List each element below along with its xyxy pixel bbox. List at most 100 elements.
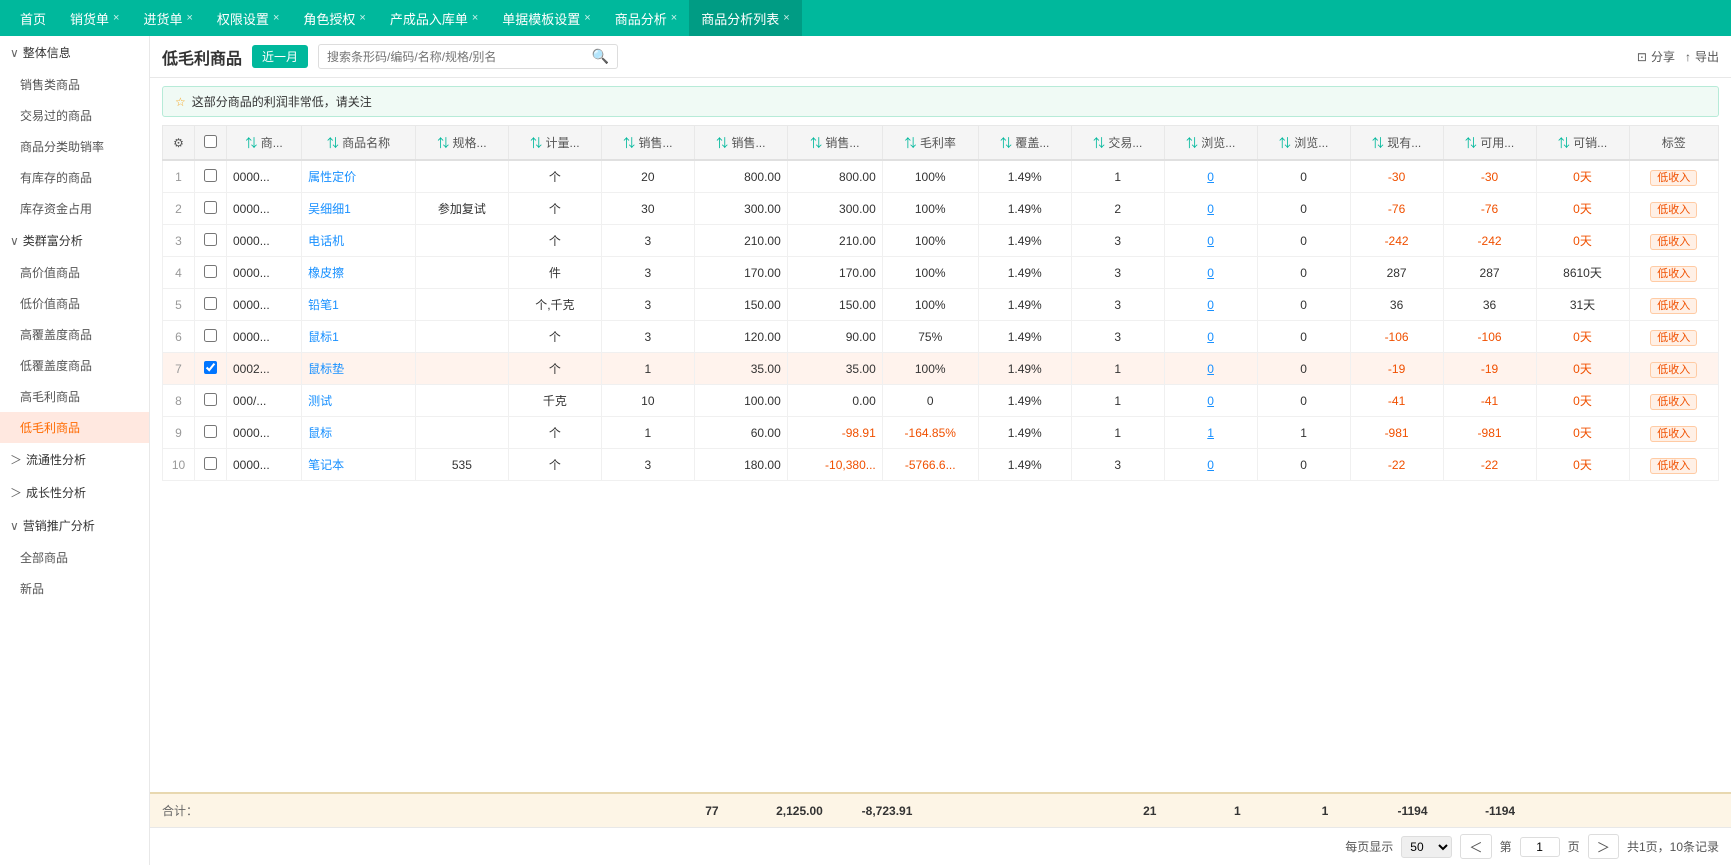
nav-sales[interactable]: 销货单 × bbox=[58, 0, 131, 36]
sidebar-item-high-profit[interactable]: 高毛利商品 bbox=[0, 381, 149, 412]
nav-role[interactable]: 角色授权 × bbox=[291, 0, 377, 36]
select-all-checkbox[interactable] bbox=[204, 135, 217, 148]
sidebar-item-inventory-goods[interactable]: 有库存的商品 bbox=[0, 162, 149, 193]
sort-icon[interactable]: ⇅ bbox=[245, 136, 257, 150]
sidebar-item-low-value[interactable]: 低价值商品 bbox=[0, 288, 149, 319]
row-name[interactable]: 鼠标垫 bbox=[302, 353, 416, 385]
sidebar-section-growth[interactable]: ＞ 成长性分析 bbox=[0, 476, 149, 509]
sort-icon[interactable]: ⇅ bbox=[810, 136, 822, 150]
sidebar-section-marketing[interactable]: ∨ 营销推广分析 bbox=[0, 509, 149, 542]
close-icon[interactable]: × bbox=[783, 12, 789, 24]
sort-icon[interactable]: ⇅ bbox=[1372, 136, 1384, 150]
search-input[interactable] bbox=[327, 50, 592, 64]
row-name[interactable]: 鼠标1 bbox=[302, 321, 416, 353]
row-browse1[interactable]: 0 bbox=[1164, 289, 1257, 321]
row-browse1[interactable]: 0 bbox=[1164, 353, 1257, 385]
sort-icon[interactable]: ⇅ bbox=[1000, 136, 1012, 150]
sort-icon[interactable]: ⇅ bbox=[530, 136, 542, 150]
row-checkbox[interactable] bbox=[195, 449, 227, 481]
sort-icon[interactable]: ⇅ bbox=[437, 136, 449, 150]
row-browse1[interactable]: 0 bbox=[1164, 385, 1257, 417]
row-browse1[interactable]: 1 bbox=[1164, 417, 1257, 449]
sidebar-item-sales-goods[interactable]: 销售类商品 bbox=[0, 69, 149, 100]
sort-icon[interactable]: ⇅ bbox=[716, 136, 728, 150]
nav-purchase[interactable]: 进货单 × bbox=[131, 0, 204, 36]
row-name[interactable]: 铅笔1 bbox=[302, 289, 416, 321]
export-button[interactable]: ↑ 导出 bbox=[1685, 48, 1719, 65]
sidebar-item-low-coverage[interactable]: 低覆盖度商品 bbox=[0, 350, 149, 381]
row-browse1[interactable]: 0 bbox=[1164, 449, 1257, 481]
sidebar-section-overall[interactable]: ∨ 整体信息 bbox=[0, 36, 149, 69]
row-name[interactable]: 属性定价 bbox=[302, 160, 416, 193]
nav-permission[interactable]: 权限设置 × bbox=[205, 0, 291, 36]
close-icon[interactable]: × bbox=[671, 12, 677, 24]
sort-icon[interactable]: ⇅ bbox=[327, 136, 339, 150]
close-icon[interactable]: × bbox=[273, 12, 279, 24]
row-checkbox[interactable] bbox=[195, 353, 227, 385]
row-select-checkbox[interactable] bbox=[204, 297, 217, 310]
row-browse1[interactable]: 0 bbox=[1164, 321, 1257, 353]
nav-home[interactable]: 首页 bbox=[8, 0, 58, 36]
row-select-checkbox[interactable] bbox=[204, 169, 217, 182]
row-name[interactable]: 鼠标 bbox=[302, 417, 416, 449]
sort-icon[interactable]: ⇅ bbox=[1279, 136, 1291, 150]
row-checkbox[interactable] bbox=[195, 289, 227, 321]
next-page-button[interactable]: ＞ bbox=[1588, 834, 1619, 859]
sort-icon[interactable]: ⇅ bbox=[1465, 136, 1477, 150]
col-settings[interactable]: ⚙ bbox=[163, 126, 195, 161]
sidebar-item-all-goods[interactable]: 全部商品 bbox=[0, 542, 149, 573]
row-name[interactable]: 橡皮擦 bbox=[302, 257, 416, 289]
per-page-select[interactable]: 50 20 100 bbox=[1401, 836, 1452, 858]
sort-icon[interactable]: ⇅ bbox=[1093, 136, 1105, 150]
close-icon[interactable]: × bbox=[113, 12, 119, 24]
share-button[interactable]: ⊡ 分享 bbox=[1637, 48, 1675, 65]
row-select-checkbox[interactable] bbox=[204, 265, 217, 278]
sidebar-item-category-rate[interactable]: 商品分类助销率 bbox=[0, 131, 149, 162]
row-name[interactable]: 吴细细1 bbox=[302, 193, 416, 225]
row-name[interactable]: 测试 bbox=[302, 385, 416, 417]
row-browse1[interactable]: 0 bbox=[1164, 193, 1257, 225]
close-icon[interactable]: × bbox=[584, 12, 590, 24]
search-icon[interactable]: 🔍 bbox=[592, 48, 609, 65]
row-select-checkbox[interactable] bbox=[204, 393, 217, 406]
prev-page-button[interactable]: ＜ bbox=[1460, 834, 1491, 859]
sidebar-item-traded-goods[interactable]: 交易过的商品 bbox=[0, 100, 149, 131]
row-select-checkbox[interactable] bbox=[204, 425, 217, 438]
row-select-checkbox[interactable] bbox=[204, 361, 217, 374]
row-select-checkbox[interactable] bbox=[204, 457, 217, 470]
sort-icon[interactable]: ⇅ bbox=[623, 136, 635, 150]
sidebar-item-high-coverage[interactable]: 高覆盖度商品 bbox=[0, 319, 149, 350]
row-select-checkbox[interactable] bbox=[204, 201, 217, 214]
sidebar-item-new-goods[interactable]: 新品 bbox=[0, 573, 149, 604]
sort-icon[interactable]: ⇅ bbox=[1186, 136, 1198, 150]
nav-goods-analysis[interactable]: 商品分析 × bbox=[603, 0, 689, 36]
row-checkbox[interactable] bbox=[195, 417, 227, 449]
close-icon[interactable]: × bbox=[472, 12, 478, 24]
nav-product-entry[interactable]: 产成品入库单 × bbox=[378, 0, 490, 36]
sidebar-section-flow[interactable]: ＞ 流通性分析 bbox=[0, 443, 149, 476]
col-check[interactable] bbox=[195, 126, 227, 161]
sort-icon[interactable]: ⇅ bbox=[905, 136, 917, 150]
settings-icon[interactable]: ⚙ bbox=[173, 136, 184, 150]
row-checkbox[interactable] bbox=[195, 225, 227, 257]
row-name[interactable]: 电话机 bbox=[302, 225, 416, 257]
row-checkbox[interactable] bbox=[195, 385, 227, 417]
sidebar-section-cluster[interactable]: ∨ 类群富分析 bbox=[0, 224, 149, 257]
nav-goods-analysis-list[interactable]: 商品分析列表 × bbox=[689, 0, 801, 36]
row-checkbox[interactable] bbox=[195, 193, 227, 225]
sidebar-item-low-profit[interactable]: 低毛利商品 bbox=[0, 412, 149, 443]
sidebar-item-high-value[interactable]: 高价值商品 bbox=[0, 257, 149, 288]
close-icon[interactable]: × bbox=[359, 12, 365, 24]
row-checkbox[interactable] bbox=[195, 160, 227, 193]
row-checkbox[interactable] bbox=[195, 257, 227, 289]
row-browse1[interactable]: 0 bbox=[1164, 225, 1257, 257]
period-button[interactable]: 近一月 bbox=[252, 45, 308, 68]
page-number-input[interactable] bbox=[1520, 837, 1560, 857]
sidebar-item-capital-usage[interactable]: 库存资金占用 bbox=[0, 193, 149, 224]
row-browse1[interactable]: 0 bbox=[1164, 257, 1257, 289]
row-browse1[interactable]: 0 bbox=[1164, 160, 1257, 193]
row-select-checkbox[interactable] bbox=[204, 233, 217, 246]
row-select-checkbox[interactable] bbox=[204, 329, 217, 342]
close-icon[interactable]: × bbox=[186, 12, 192, 24]
row-name[interactable]: 笔记本 bbox=[302, 449, 416, 481]
